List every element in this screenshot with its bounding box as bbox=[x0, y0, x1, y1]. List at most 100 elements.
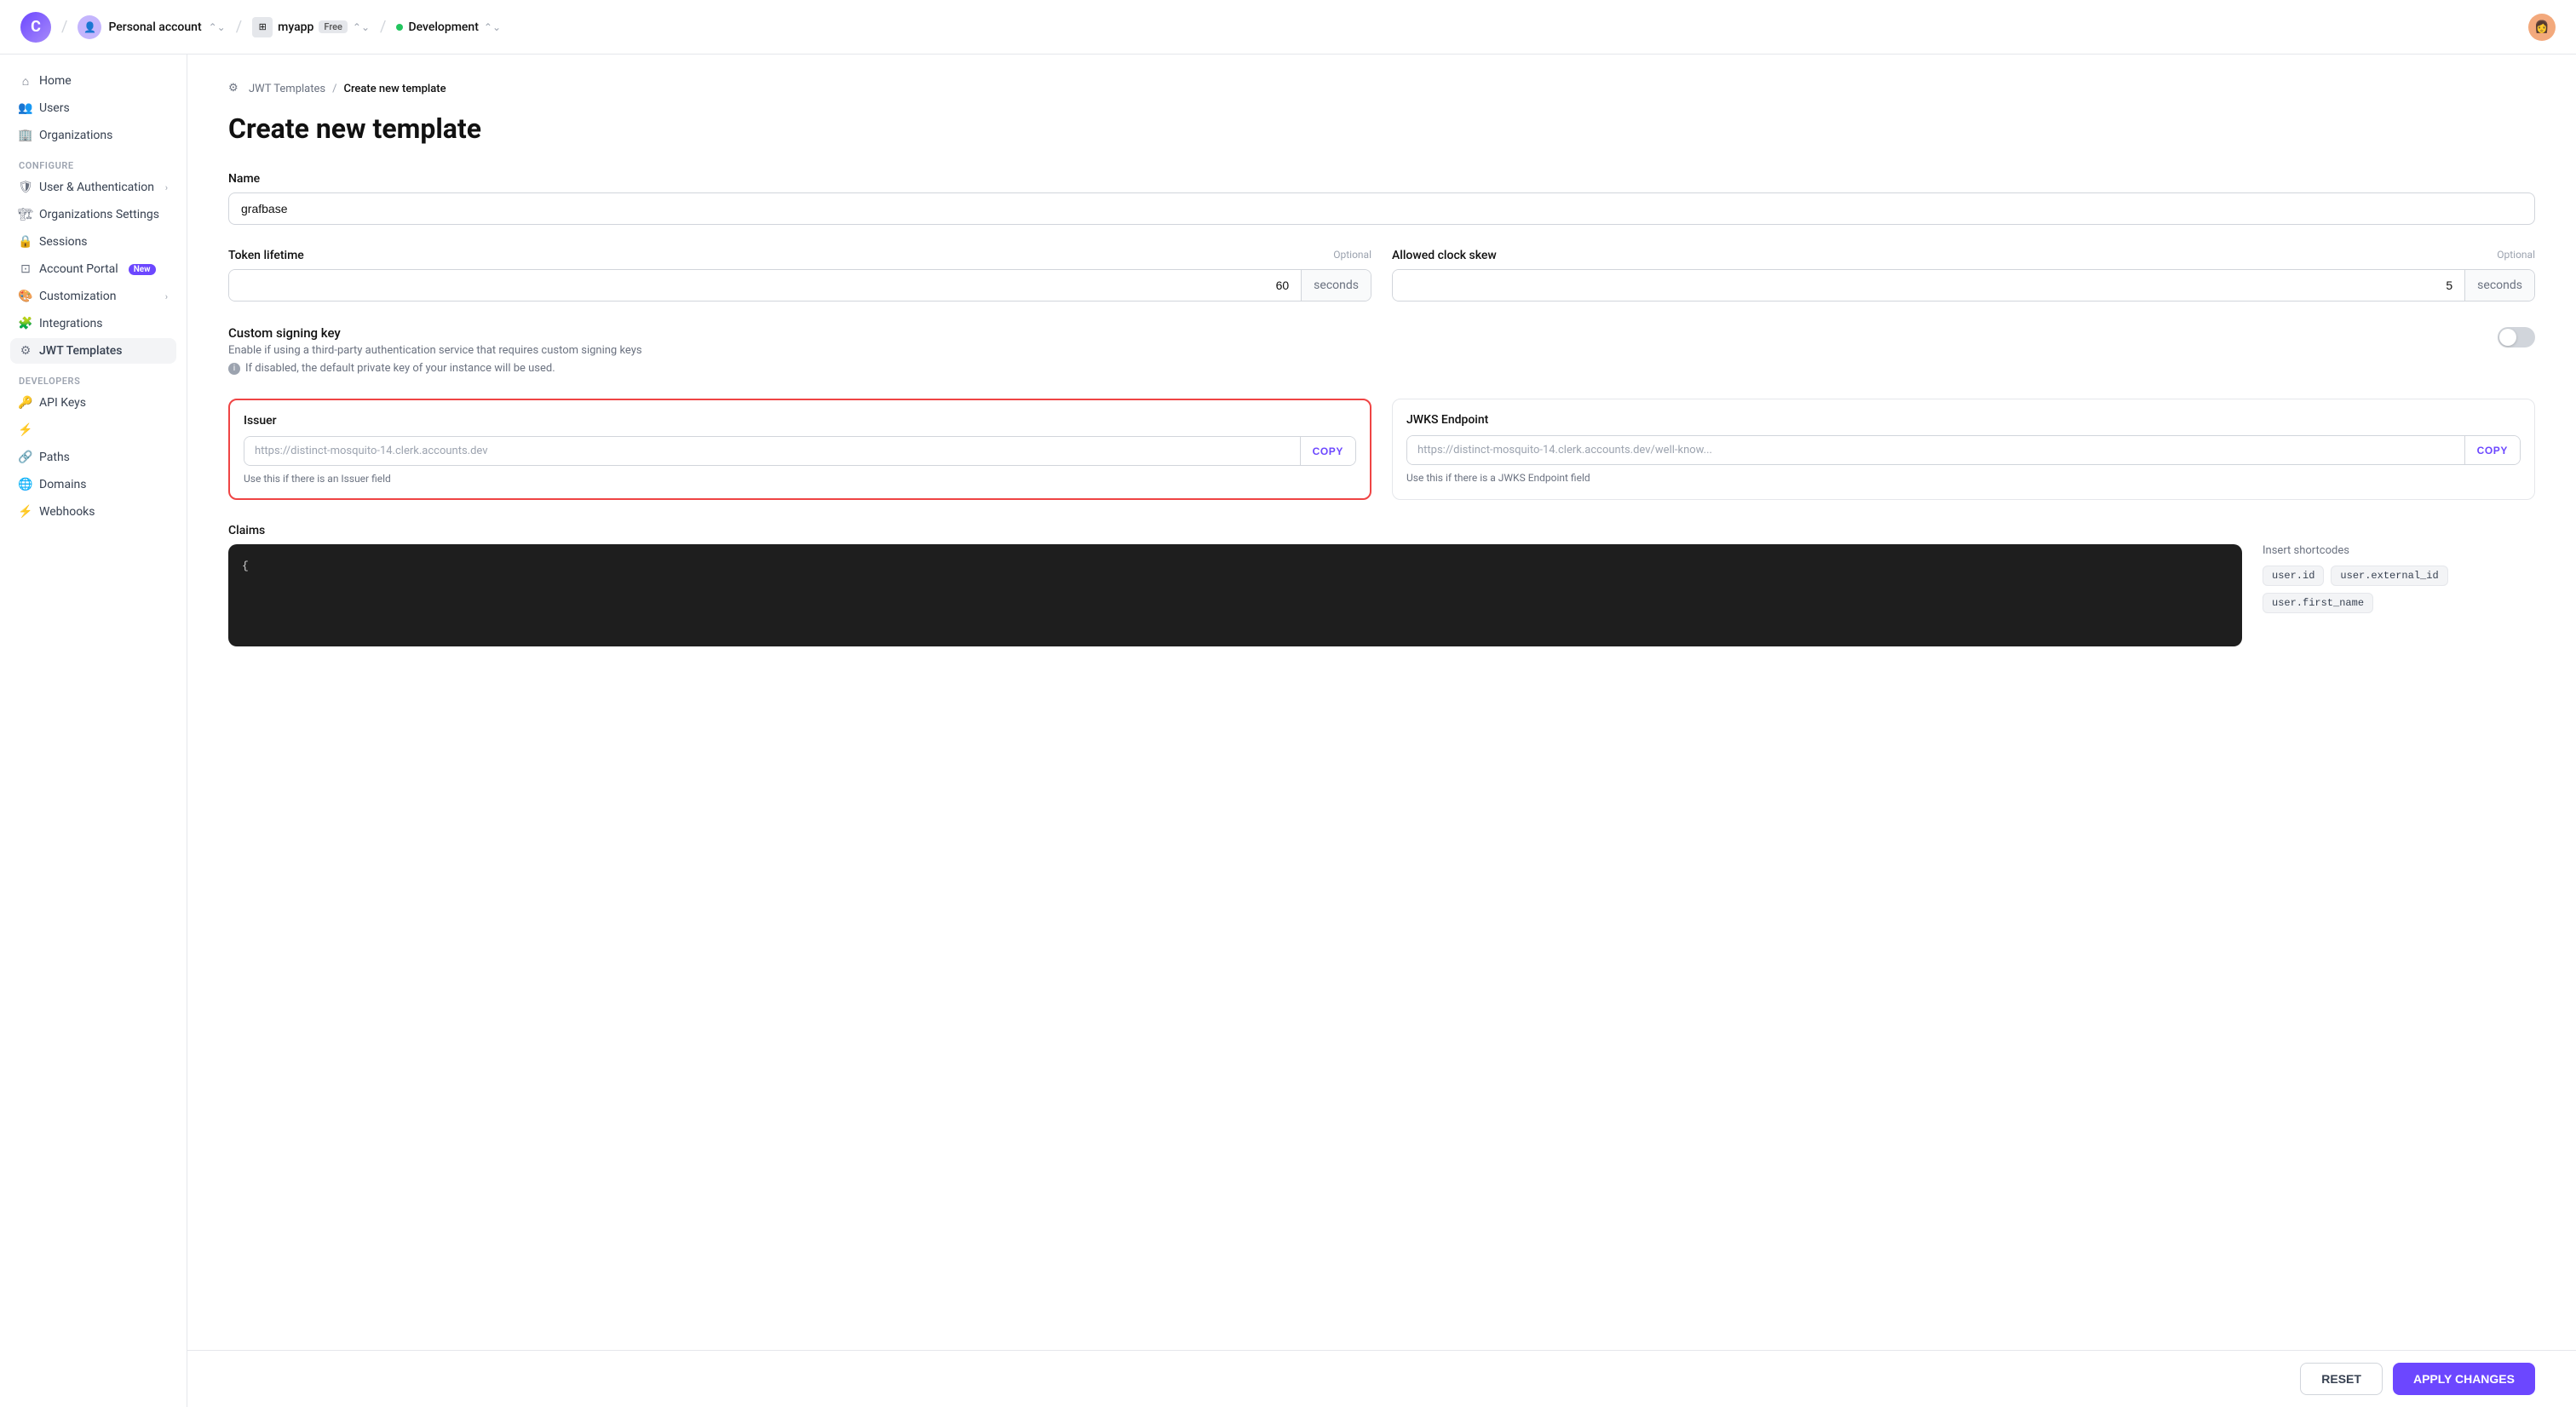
portal-icon: ⊡ bbox=[19, 262, 32, 276]
sidebar-item-paths[interactable]: 🔗 Paths bbox=[10, 445, 176, 470]
sidebar-item-jwt-templates-label: JWT Templates bbox=[39, 344, 123, 358]
timing-fields: Optional Token lifetime seconds Optional… bbox=[228, 249, 2535, 302]
jwks-hint: Use this if there is a JWKS Endpoint fie… bbox=[1406, 472, 2521, 484]
name-field-section: Name bbox=[228, 172, 2535, 225]
developers-section-label: DEVELOPERS bbox=[10, 365, 176, 390]
breadcrumb-parent[interactable]: JWT Templates bbox=[249, 83, 325, 95]
sidebar-item-organizations[interactable]: 🏢 Organizations bbox=[10, 123, 176, 148]
claims-code: { bbox=[242, 560, 249, 572]
link-icon: 🔗 bbox=[19, 451, 32, 464]
sidebar-item-sessions-label: Sessions bbox=[39, 235, 88, 249]
webhooks-dev-icon: ⚡ bbox=[19, 505, 32, 519]
sidebar-item-organizations-label: Organizations bbox=[39, 129, 112, 142]
shortcode-user-external-id[interactable]: user.external_id bbox=[2331, 566, 2447, 586]
token-lifetime-input[interactable] bbox=[229, 270, 1301, 301]
issuer-copy-button[interactable]: COPY bbox=[1300, 437, 1355, 465]
app-switcher[interactable]: ⊞ myapp Free ⌃⌄ bbox=[252, 17, 370, 37]
sidebar-item-jwt-templates[interactable]: ⚙ JWT Templates bbox=[10, 338, 176, 364]
jwks-box: JWKS Endpoint https://distinct-mosquito-… bbox=[1392, 399, 2535, 500]
reset-button[interactable]: RESET bbox=[2300, 1363, 2383, 1395]
signing-key-note-text: If disabled, the default private key of … bbox=[245, 362, 555, 375]
issuer-box: Issuer https://distinct-mosquito-14.cler… bbox=[228, 399, 1371, 500]
claims-editor[interactable]: { bbox=[228, 544, 2242, 646]
shortcode-user-first-name[interactable]: user.first_name bbox=[2263, 593, 2373, 613]
sidebar-item-api-keys[interactable]: 🔑 API Keys bbox=[10, 390, 176, 416]
name-label: Name bbox=[228, 172, 2535, 186]
clock-skew-input[interactable] bbox=[1393, 270, 2464, 301]
account-chevron-icon: ⌃⌄ bbox=[209, 21, 226, 33]
issuer-label: Issuer bbox=[244, 414, 1356, 428]
sidebar-item-domains-label: Domains bbox=[39, 478, 86, 491]
sidebar-item-sessions[interactable]: 🔒 Sessions bbox=[10, 229, 176, 255]
sidebar-item-webhooks-dev-label: Webhooks bbox=[39, 505, 95, 519]
environment-switcher[interactable]: Development ⌃⌄ bbox=[396, 20, 501, 34]
sidebar-item-customization-label: Customization bbox=[39, 290, 116, 303]
page-title: Create new template bbox=[228, 112, 2535, 145]
shortcode-user-id[interactable]: user.id bbox=[2263, 566, 2324, 586]
token-lifetime-input-group: seconds bbox=[228, 269, 1371, 302]
sidebar-item-customization[interactable]: 🎨 Customization › bbox=[10, 284, 176, 309]
sidebar-item-user-auth-label: User & Authentication bbox=[39, 181, 154, 194]
breadcrumb: ⚙ JWT Templates / Create new template bbox=[228, 82, 2535, 95]
sidebar-item-account-portal[interactable]: ⊡ Account Portal New bbox=[10, 256, 176, 282]
sidebar-item-account-portal-label: Account Portal bbox=[39, 262, 118, 276]
sidebar-item-webhooks-dev[interactable]: ⚡ Webhooks bbox=[10, 499, 176, 525]
sidebar-item-user-auth[interactable]: 🛡 User & Authentication › bbox=[10, 175, 176, 200]
issuer-hint: Use this if there is an Issuer field bbox=[244, 473, 1356, 485]
sidebar-item-org-settings[interactable]: 🏗 Organizations Settings bbox=[10, 202, 176, 227]
signing-key-info: Custom signing key Enable if using a thi… bbox=[228, 325, 2484, 375]
sidebar-item-users[interactable]: 👥 Users bbox=[10, 95, 176, 121]
sidebar-item-api-keys-label: API Keys bbox=[39, 396, 86, 410]
env-name: Development bbox=[408, 20, 478, 34]
claims-section: Claims { Insert shortcodes user.id user.… bbox=[228, 524, 2535, 646]
shortcodes-title: Insert shortcodes bbox=[2263, 544, 2535, 557]
info-icon: i bbox=[228, 363, 240, 375]
brush-icon: 🎨 bbox=[19, 290, 32, 303]
account-portal-badge: New bbox=[129, 264, 156, 275]
sidebar-item-webhooks[interactable]: ⚡ JWT Templates bbox=[10, 417, 176, 443]
name-input[interactable] bbox=[228, 192, 2535, 225]
account-avatar: 👤 bbox=[78, 15, 101, 39]
user-avatar[interactable]: 👩 bbox=[2528, 14, 2556, 41]
sidebar-item-domains[interactable]: 🌐 Domains bbox=[10, 472, 176, 497]
page-layout: ⌂ Home 👥 Users 🏢 Organizations CONFIGURE… bbox=[0, 55, 2576, 1407]
shortcodes-list: user.id user.external_id user.first_name bbox=[2263, 566, 2535, 613]
globe-icon: 🌐 bbox=[19, 478, 32, 491]
bottom-action-bar: RESET APPLY CHANGES bbox=[187, 1350, 2576, 1407]
token-lifetime-label: Token lifetime bbox=[228, 249, 1371, 262]
clock-skew-field: Optional Allowed clock skew seconds bbox=[1392, 249, 2535, 302]
sidebar: ⌂ Home 👥 Users 🏢 Organizations CONFIGURE… bbox=[0, 55, 187, 1407]
issuer-jwks-section: Issuer https://distinct-mosquito-14.cler… bbox=[228, 399, 2535, 500]
account-switcher[interactable]: 👤 Personal account ⌃⌄ bbox=[78, 15, 225, 39]
env-status-dot bbox=[396, 24, 403, 31]
sidebar-item-home[interactable]: ⌂ Home bbox=[10, 68, 176, 94]
signing-key-note: i If disabled, the default private key o… bbox=[228, 362, 2484, 375]
sidebar-item-integrations[interactable]: 🧩 Integrations bbox=[10, 311, 176, 336]
app-logo[interactable]: C bbox=[20, 12, 51, 43]
signing-key-section: Custom signing key Enable if using a thi… bbox=[228, 325, 2535, 375]
claims-layout: { Insert shortcodes user.id user.externa… bbox=[228, 544, 2535, 646]
separator-1: / bbox=[61, 18, 67, 36]
webhook-icon: ⚡ bbox=[19, 423, 32, 437]
signing-key-row: Custom signing key Enable if using a thi… bbox=[228, 325, 2535, 375]
sidebar-item-org-settings-label: Organizations Settings bbox=[39, 208, 159, 221]
token-lifetime-field: Optional Token lifetime seconds bbox=[228, 249, 1371, 302]
jwks-label: JWKS Endpoint bbox=[1406, 413, 2521, 427]
issuer-value: https://distinct-mosquito-14.clerk.accou… bbox=[244, 437, 1300, 465]
apply-changes-button[interactable]: APPLY CHANGES bbox=[2393, 1363, 2535, 1395]
app-icon: ⊞ bbox=[252, 17, 273, 37]
jwks-copy-button[interactable]: COPY bbox=[2464, 436, 2520, 464]
clock-skew-label: Allowed clock skew bbox=[1392, 249, 2535, 262]
puzzle-icon: 🧩 bbox=[19, 317, 32, 330]
signing-key-toggle[interactable] bbox=[2498, 327, 2535, 347]
breadcrumb-icon: ⚙ bbox=[228, 82, 242, 95]
user-auth-chevron-icon: › bbox=[165, 182, 168, 193]
app-plan-badge: Free bbox=[319, 20, 348, 33]
top-navigation: C / 👤 Personal account ⌃⌄ / ⊞ myapp Free… bbox=[0, 0, 2576, 55]
topnav-right: 👩 bbox=[2528, 14, 2556, 41]
users-icon: 👥 bbox=[19, 101, 32, 115]
app-name: myapp bbox=[278, 20, 313, 34]
token-lifetime-suffix: seconds bbox=[1301, 270, 1371, 301]
key-icon: 🔑 bbox=[19, 396, 32, 410]
customization-chevron-icon: › bbox=[165, 291, 168, 302]
